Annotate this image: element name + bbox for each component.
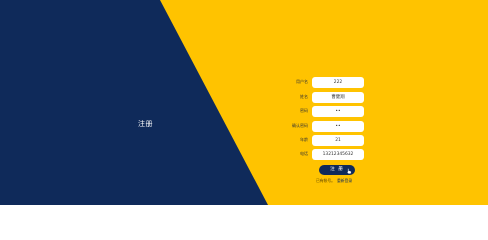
login-hint: 已有帐号。 重新登录: [316, 178, 352, 184]
age-label: 年龄: [300, 137, 308, 142]
username-label: 用户名: [296, 79, 308, 84]
phone-label: 电话: [300, 151, 308, 156]
name-input[interactable]: 曹健翔: [312, 92, 364, 103]
name-label: 姓名: [300, 94, 308, 99]
age-input[interactable]: 21: [312, 135, 364, 146]
confirm-password-input[interactable]: ••: [312, 121, 364, 132]
password-label: 密码: [300, 108, 308, 113]
phone-input[interactable]: 13212345632: [312, 149, 364, 160]
relogin-link[interactable]: 重新登录: [337, 178, 352, 183]
username-input[interactable]: 222: [312, 77, 364, 88]
register-form: 用户名 222 姓名 曹健翔 密码 •• 确认密码 •• 年龄 21 电话 13…: [0, 0, 488, 205]
register-page: 注册 用户名 222 姓名 曹健翔 密码 •• 确认密码 •• 年龄 21 电话…: [0, 0, 488, 205]
password-input[interactable]: ••: [312, 106, 364, 117]
hand-cursor-icon: [347, 168, 352, 174]
login-hint-text: 已有帐号。: [316, 178, 335, 183]
confirm-password-label: 确认密码: [292, 123, 308, 128]
